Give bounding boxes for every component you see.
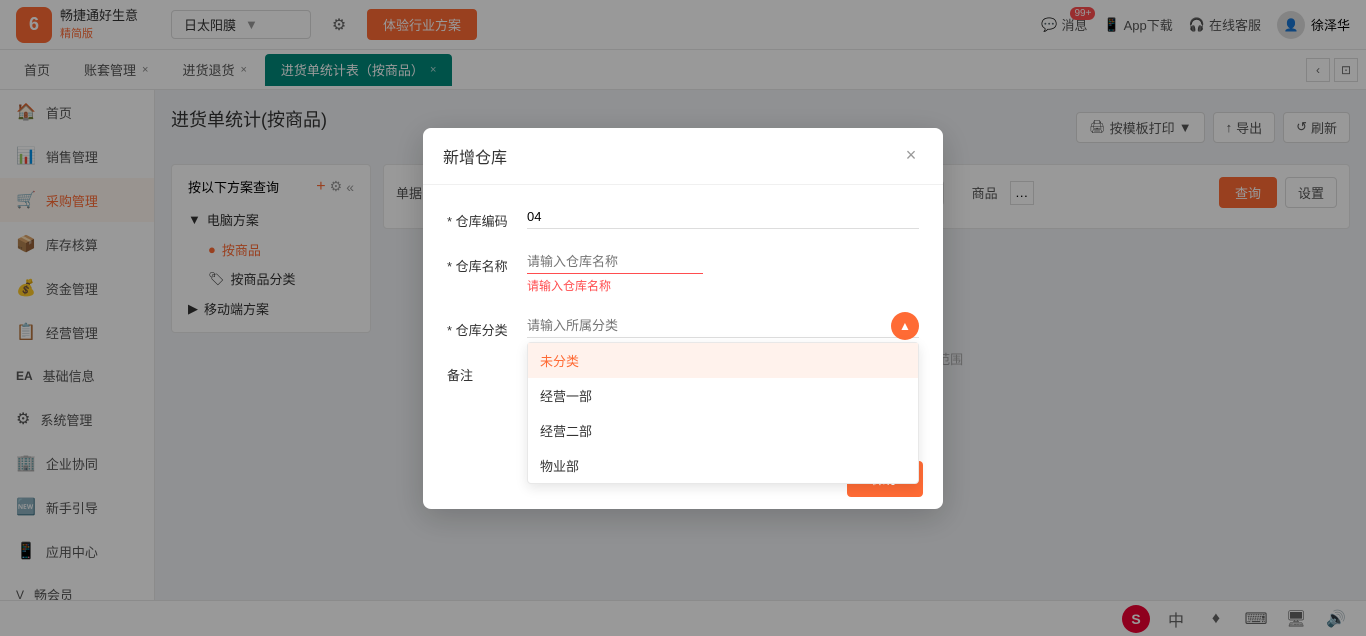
modal-header: 新增仓库 × <box>423 128 943 185</box>
form-row-category: * 仓库分类 ▲ 未分类 经营一部 经营二部 物业部 <box>447 314 919 339</box>
dropdown-option-2[interactable]: 经营二部 <box>528 413 918 448</box>
modal-title: 新增仓库 <box>443 144 507 168</box>
dropdown-arrow-btn[interactable]: ▲ <box>891 312 919 340</box>
dropdown-option-1[interactable]: 经营一部 <box>528 378 918 413</box>
category-dropdown-list: 未分类 经营一部 经营二部 物业部 <box>527 342 919 484</box>
category-input[interactable] <box>527 314 919 338</box>
category-dropdown-wrap: ▲ 未分类 经营一部 经营二部 物业部 <box>527 314 919 338</box>
note-label: 备注 <box>447 359 527 384</box>
dropdown-option-3[interactable]: 物业部 <box>528 448 918 483</box>
code-input[interactable] <box>527 205 919 229</box>
code-label: * 仓库编码 <box>447 205 527 230</box>
add-warehouse-modal: 新增仓库 × * 仓库编码 * 仓库名称 请输入仓库名称 <box>423 128 943 509</box>
modal-close-btn[interactable]: × <box>899 144 923 168</box>
modal-overlay: 新增仓库 × * 仓库编码 * 仓库名称 请输入仓库名称 <box>0 0 1366 636</box>
modal-body: * 仓库编码 * 仓库名称 请输入仓库名称 * 仓库分类 <box>423 185 943 449</box>
form-row-name: * 仓库名称 请输入仓库名称 <box>447 250 919 294</box>
dropdown-option-0[interactable]: 未分类 <box>528 343 918 378</box>
category-label: * 仓库分类 <box>447 314 527 339</box>
name-error-msg: 请输入仓库名称 <box>527 279 611 293</box>
form-row-code: * 仓库编码 <box>447 205 919 230</box>
name-input[interactable] <box>527 250 703 274</box>
name-field-wrap <box>527 250 919 274</box>
name-label: * 仓库名称 <box>447 250 527 275</box>
